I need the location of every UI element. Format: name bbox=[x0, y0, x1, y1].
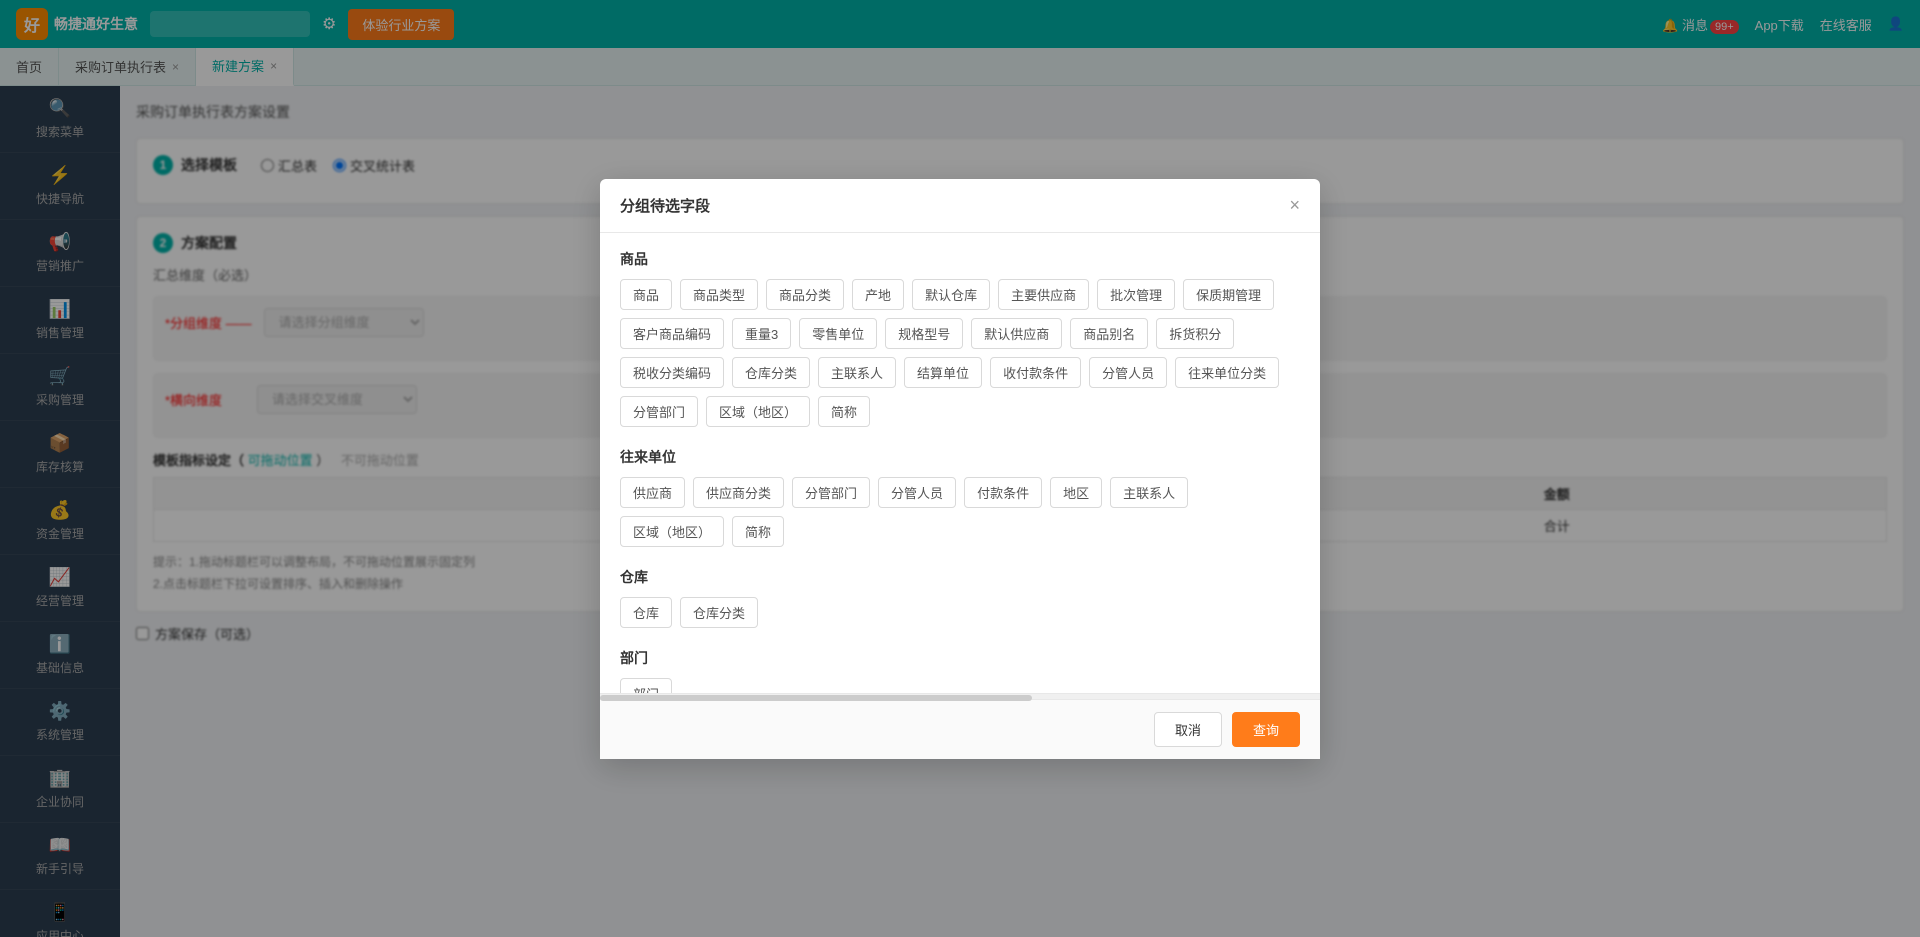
field-tag-partner-supervisor[interactable]: 分管人员 bbox=[878, 477, 956, 508]
field-selection-modal: 分组待选字段 × 商品 商品 商品类型 商品分类 产地 默认仓库 主要供应商 批… bbox=[600, 179, 1320, 759]
modal-overlay: 分组待选字段 × 商品 商品 商品类型 商品分类 产地 默认仓库 主要供应商 批… bbox=[0, 0, 1920, 937]
field-tag-partner-short[interactable]: 简称 bbox=[732, 516, 784, 547]
modal-header: 分组待选字段 × bbox=[600, 179, 1320, 233]
field-tag-payment-condition[interactable]: 付款条件 bbox=[964, 477, 1042, 508]
field-tag-partner-category[interactable]: 往来单位分类 bbox=[1175, 357, 1279, 388]
modal-cancel-button[interactable]: 取消 bbox=[1154, 712, 1222, 747]
field-tag-origin[interactable]: 产地 bbox=[852, 279, 904, 310]
field-tag-weight3[interactable]: 重量3 bbox=[732, 318, 791, 349]
field-group-dept: 部门 部门 bbox=[620, 648, 1300, 693]
modal-footer: 取消 查询 bbox=[600, 699, 1320, 759]
field-tag-main-supplier[interactable]: 主要供应商 bbox=[998, 279, 1089, 310]
field-tag-tax-code[interactable]: 税收分类编码 bbox=[620, 357, 724, 388]
field-group-warehouse: 仓库 仓库 仓库分类 bbox=[620, 567, 1300, 628]
field-group-product-title: 商品 bbox=[620, 249, 1300, 269]
field-tag-batch-mgmt[interactable]: 批次管理 bbox=[1097, 279, 1175, 310]
modal-scrollbar-thumb bbox=[600, 695, 1032, 701]
field-tag-short-name[interactable]: 简称 bbox=[818, 396, 870, 427]
field-tag-default-warehouse[interactable]: 默认仓库 bbox=[912, 279, 990, 310]
modal-body: 商品 商品 商品类型 商品分类 产地 默认仓库 主要供应商 批次管理 保质期管理… bbox=[600, 233, 1320, 693]
field-tag-settlement-unit[interactable]: 结算单位 bbox=[904, 357, 982, 388]
field-tag-warehouse-category[interactable]: 仓库分类 bbox=[732, 357, 810, 388]
field-tag-supplier-category[interactable]: 供应商分类 bbox=[693, 477, 784, 508]
field-tag-payment-terms[interactable]: 收付款条件 bbox=[990, 357, 1081, 388]
field-tags-product: 商品 商品类型 商品分类 产地 默认仓库 主要供应商 批次管理 保质期管理 客户… bbox=[620, 279, 1300, 427]
field-group-warehouse-title: 仓库 bbox=[620, 567, 1300, 587]
field-tag-product-alias[interactable]: 商品别名 bbox=[1070, 318, 1148, 349]
field-tag-dept[interactable]: 部门 bbox=[620, 678, 672, 693]
modal-title: 分组待选字段 bbox=[620, 195, 710, 216]
field-tag-split-points[interactable]: 拆货积分 bbox=[1156, 318, 1234, 349]
field-tag-main-contact[interactable]: 主联系人 bbox=[818, 357, 896, 388]
field-group-partner: 往来单位 供应商 供应商分类 分管部门 分管人员 付款条件 地区 主联系人 区域… bbox=[620, 447, 1300, 547]
field-tag-default-supplier[interactable]: 默认供应商 bbox=[971, 318, 1062, 349]
field-group-partner-title: 往来单位 bbox=[620, 447, 1300, 467]
field-tag-supervisor[interactable]: 分管人员 bbox=[1089, 357, 1167, 388]
field-tag-product-category[interactable]: 商品分类 bbox=[766, 279, 844, 310]
modal-confirm-button[interactable]: 查询 bbox=[1232, 712, 1300, 747]
modal-close-button[interactable]: × bbox=[1289, 195, 1300, 216]
field-group-dept-title: 部门 bbox=[620, 648, 1300, 668]
field-tag-area[interactable]: 地区 bbox=[1050, 477, 1102, 508]
field-tag-expiry-mgmt[interactable]: 保质期管理 bbox=[1183, 279, 1274, 310]
field-tag-warehouse[interactable]: 仓库 bbox=[620, 597, 672, 628]
field-tag-partner-dept[interactable]: 分管部门 bbox=[792, 477, 870, 508]
field-tag-region[interactable]: 区域（地区） bbox=[706, 396, 810, 427]
field-tag-supplier[interactable]: 供应商 bbox=[620, 477, 685, 508]
field-tag-retail-unit[interactable]: 零售单位 bbox=[799, 318, 877, 349]
field-group-product: 商品 商品 商品类型 商品分类 产地 默认仓库 主要供应商 批次管理 保质期管理… bbox=[620, 249, 1300, 427]
field-tag-customer-code[interactable]: 客户商品编码 bbox=[620, 318, 724, 349]
modal-horizontal-scrollbar[interactable] bbox=[600, 693, 1320, 699]
field-tag-warehouse-category2[interactable]: 仓库分类 bbox=[680, 597, 758, 628]
field-tag-product[interactable]: 商品 bbox=[620, 279, 672, 310]
field-tags-partner: 供应商 供应商分类 分管部门 分管人员 付款条件 地区 主联系人 区域（地区） … bbox=[620, 477, 1300, 547]
field-tag-partner-region[interactable]: 区域（地区） bbox=[620, 516, 724, 547]
field-tag-dept-supervisor[interactable]: 分管部门 bbox=[620, 396, 698, 427]
field-tag-partner-contact[interactable]: 主联系人 bbox=[1110, 477, 1188, 508]
field-tags-dept: 部门 bbox=[620, 678, 1300, 693]
field-tag-spec-model[interactable]: 规格型号 bbox=[885, 318, 963, 349]
field-tags-warehouse: 仓库 仓库分类 bbox=[620, 597, 1300, 628]
field-tag-product-type[interactable]: 商品类型 bbox=[680, 279, 758, 310]
